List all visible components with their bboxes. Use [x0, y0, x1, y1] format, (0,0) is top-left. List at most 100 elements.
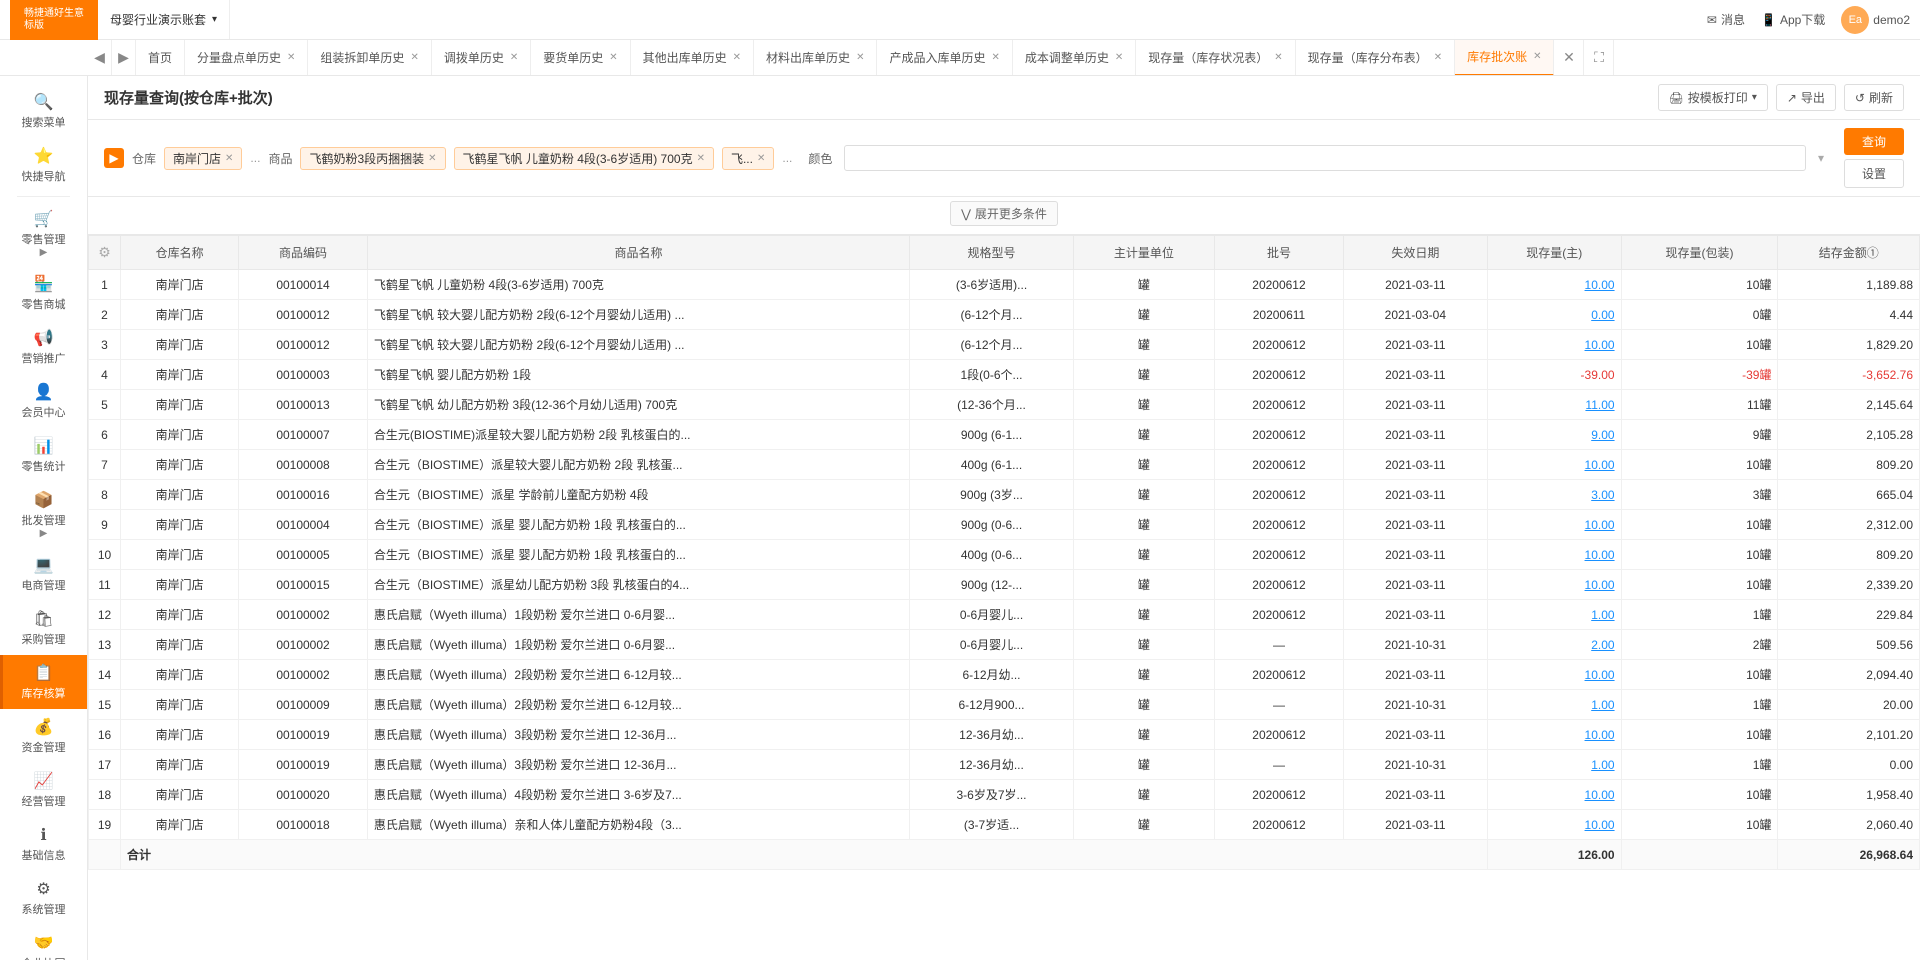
- sidebar-item-search[interactable]: 🔍 搜索菜单: [0, 84, 87, 138]
- sidebar-item-system[interactable]: ⚙ 系统管理: [0, 871, 87, 925]
- tab-2[interactable]: 组装拆卸单历史 ✕: [308, 40, 431, 76]
- tab-5[interactable]: 其他出库单历史 ✕: [631, 40, 754, 76]
- tab-10-close[interactable]: ✕: [1434, 52, 1442, 63]
- filter-more[interactable]: ...: [250, 151, 260, 165]
- expand-conditions-btn[interactable]: ⋁ 展开更多条件: [950, 201, 1058, 226]
- sidebar-item-stats[interactable]: 📊 零售统计: [0, 428, 87, 482]
- warehouse-tag-close[interactable]: ✕: [225, 153, 233, 164]
- goods-tag-3-close[interactable]: ✕: [757, 153, 765, 164]
- row-qty-main[interactable]: 0.00: [1487, 300, 1621, 330]
- app-download-btn[interactable]: 📱 App下载: [1761, 11, 1825, 28]
- row-qty-main[interactable]: 1.00: [1487, 750, 1621, 780]
- tab-2-close[interactable]: ✕: [410, 52, 418, 63]
- row-expire: 2021-10-31: [1343, 630, 1487, 660]
- tab-1[interactable]: 分量盘点单历史 ✕: [185, 40, 308, 76]
- settings-btn[interactable]: 设置: [1844, 159, 1904, 188]
- tab-home[interactable]: 首页: [136, 40, 185, 76]
- row-qty-main[interactable]: 10.00: [1487, 540, 1621, 570]
- tab-7[interactable]: 产成品入库单历史 ✕: [877, 40, 1012, 76]
- tab-9[interactable]: 现存量（库存状况表） ✕: [1136, 40, 1295, 76]
- row-qty-main[interactable]: 11.00: [1487, 390, 1621, 420]
- color-filter-input[interactable]: [844, 145, 1806, 171]
- tab-8-close[interactable]: ✕: [1115, 52, 1123, 63]
- goods-tag-2-close[interactable]: ✕: [697, 153, 705, 164]
- page-actions: 🖨 按模板打印 ▾ ↗ 导出 ↺ 刷新: [1658, 84, 1904, 111]
- tab-1-close[interactable]: ✕: [287, 52, 295, 63]
- sidebar-item-purchase[interactable]: 🛍 采购管理: [0, 601, 87, 655]
- sidebar-item-marketing[interactable]: 📢 营销推广: [0, 320, 87, 374]
- setting-icon[interactable]: ⚙: [98, 244, 111, 260]
- tab-4-close[interactable]: ✕: [609, 52, 617, 63]
- tab-5-close[interactable]: ✕: [733, 52, 741, 63]
- sidebar-item-basic[interactable]: ℹ 基础信息: [0, 817, 87, 871]
- sidebar-item-business[interactable]: 📈 经营管理: [0, 763, 87, 817]
- tab-next-btn[interactable]: ▶: [112, 40, 136, 76]
- sidebar-system-label: 系统管理: [22, 901, 66, 917]
- refresh-icon: ↺: [1855, 91, 1865, 105]
- row-qty-main[interactable]: 2.00: [1487, 630, 1621, 660]
- sidebar-item-retail[interactable]: 🛒 零售管理 ▶: [0, 201, 87, 266]
- row-qty-main[interactable]: 10.00: [1487, 510, 1621, 540]
- tab-8[interactable]: 成本调整单历史 ✕: [1013, 40, 1136, 76]
- refresh-btn[interactable]: ↺ 刷新: [1844, 84, 1904, 111]
- tab-11[interactable]: 库存批次账 ✕: [1455, 40, 1554, 76]
- col-setting[interactable]: ⚙: [89, 236, 121, 270]
- sidebar-wholesale-label: 批发管理: [22, 512, 66, 528]
- row-qty-main[interactable]: 1.00: [1487, 600, 1621, 630]
- tab-close-all-btn[interactable]: ✕: [1554, 40, 1584, 76]
- export-btn[interactable]: ↗ 导出: [1776, 84, 1836, 111]
- tab-7-close[interactable]: ✕: [991, 52, 999, 63]
- tab-4[interactable]: 要货单历史 ✕: [531, 40, 630, 76]
- row-warehouse: 南岸门店: [121, 600, 239, 630]
- row-qty-main[interactable]: 10.00: [1487, 570, 1621, 600]
- print-btn[interactable]: 🖨 按模板打印 ▾: [1658, 84, 1768, 111]
- row-qty-main[interactable]: 10.00: [1487, 330, 1621, 360]
- logo-text2: 标版: [24, 20, 84, 32]
- row-qty-main[interactable]: 3.00: [1487, 480, 1621, 510]
- message-btn[interactable]: ✉ 消息: [1707, 11, 1745, 28]
- row-qty-main[interactable]: 10.00: [1487, 660, 1621, 690]
- sidebar-item-collab[interactable]: 🤝 企业协同: [0, 925, 87, 960]
- sidebar-item-finance[interactable]: 💰 资金管理: [0, 709, 87, 763]
- sidebar-item-nav[interactable]: ⭐ 快捷导航: [0, 138, 87, 192]
- tab-prev-btn[interactable]: ◀: [88, 40, 112, 76]
- account-dropdown[interactable]: 母婴行业演示账套 ▾: [98, 0, 230, 39]
- warehouse-filter-label: 仓库: [132, 150, 156, 167]
- tab-6[interactable]: 材料出库单历史 ✕: [754, 40, 877, 76]
- sidebar-item-inventory[interactable]: 📋 库存核算: [0, 655, 87, 709]
- tab-10[interactable]: 现存量（库存分布表） ✕: [1296, 40, 1455, 76]
- row-qty-main[interactable]: 10.00: [1487, 450, 1621, 480]
- sidebar-item-mall[interactable]: 🏪 零售商城: [0, 266, 87, 320]
- row-amount: 1,829.20: [1778, 330, 1920, 360]
- tab-6-close[interactable]: ✕: [856, 52, 864, 63]
- chevron-down-icon4[interactable]: ▾: [1818, 151, 1824, 165]
- row-expire: 2021-03-11: [1343, 570, 1487, 600]
- sidebar-item-member[interactable]: 👤 会员中心: [0, 374, 87, 428]
- row-name: 惠氏启赋（Wyeth illuma）4段奶粉 爱尔兰进口 3-6岁及7...: [367, 780, 909, 810]
- tab-9-close[interactable]: ✕: [1274, 52, 1282, 63]
- user-area[interactable]: Ea demo2: [1841, 6, 1910, 34]
- query-btn[interactable]: 查询: [1844, 128, 1904, 155]
- row-qty-main[interactable]: 1.00: [1487, 690, 1621, 720]
- row-qty-main[interactable]: 9.00: [1487, 420, 1621, 450]
- summary-row: 合计 126.00 26,968.64: [89, 840, 1920, 870]
- row-qty-main[interactable]: 10.00: [1487, 720, 1621, 750]
- row-qty-main[interactable]: 10.00: [1487, 810, 1621, 840]
- row-qty-main[interactable]: 10.00: [1487, 780, 1621, 810]
- tab-3-close[interactable]: ✕: [510, 52, 518, 63]
- goods-filter-more[interactable]: ...: [782, 151, 792, 165]
- filter-expand-btn[interactable]: ▶: [104, 148, 124, 168]
- row-warehouse: 南岸门店: [121, 690, 239, 720]
- sidebar-item-wholesale[interactable]: 📦 批发管理 ▶: [0, 482, 87, 547]
- tab-11-close[interactable]: ✕: [1533, 51, 1541, 62]
- table-row: 15 南岸门店 00100009 惠氏启赋（Wyeth illuma）2段奶粉 …: [89, 690, 1920, 720]
- row-code: 00100019: [239, 750, 368, 780]
- tab-9-label: 现存量（库存状况表）: [1148, 49, 1268, 66]
- goods-tag-1-close[interactable]: ✕: [428, 153, 436, 164]
- tab-3[interactable]: 调拨单历史 ✕: [432, 40, 531, 76]
- tab-maximize-btn[interactable]: ⛶: [1584, 40, 1614, 76]
- row-qty-main[interactable]: 10.00: [1487, 270, 1621, 300]
- chevron-down-icon3[interactable]: ▾: [1752, 92, 1757, 103]
- tab-8-label: 成本调整单历史: [1025, 49, 1109, 66]
- sidebar-item-ecom[interactable]: 💻 电商管理: [0, 547, 87, 601]
